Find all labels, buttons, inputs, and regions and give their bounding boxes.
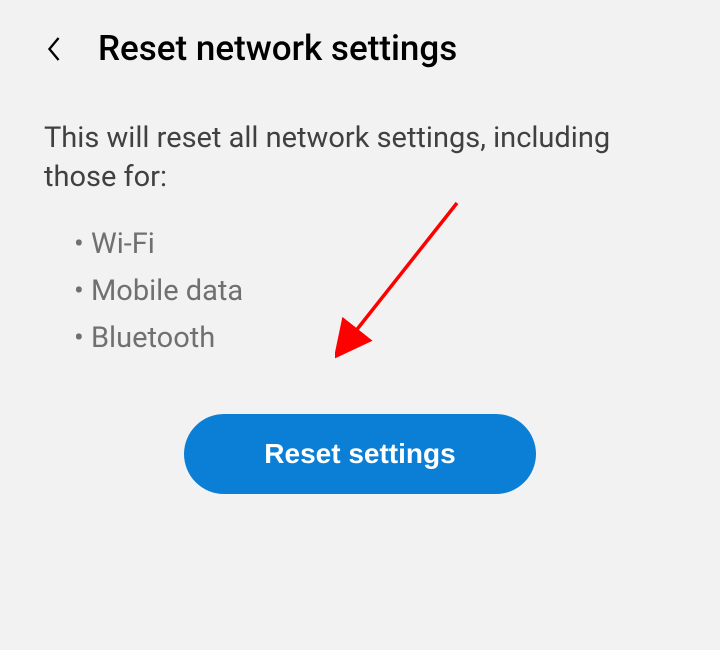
button-container: Reset settings <box>44 414 676 494</box>
list-item: Mobile data <box>74 268 676 315</box>
description-text: This will reset all network settings, in… <box>44 119 676 197</box>
bullet-list: Wi-Fi Mobile data Bluetooth <box>44 221 676 362</box>
content: This will reset all network settings, in… <box>0 89 720 494</box>
header: Reset network settings <box>0 0 720 89</box>
reset-settings-button[interactable]: Reset settings <box>184 414 535 494</box>
back-icon[interactable] <box>40 35 68 63</box>
list-item: Bluetooth <box>74 315 676 362</box>
page-title: Reset network settings <box>98 28 457 69</box>
list-item: Wi-Fi <box>74 221 676 268</box>
